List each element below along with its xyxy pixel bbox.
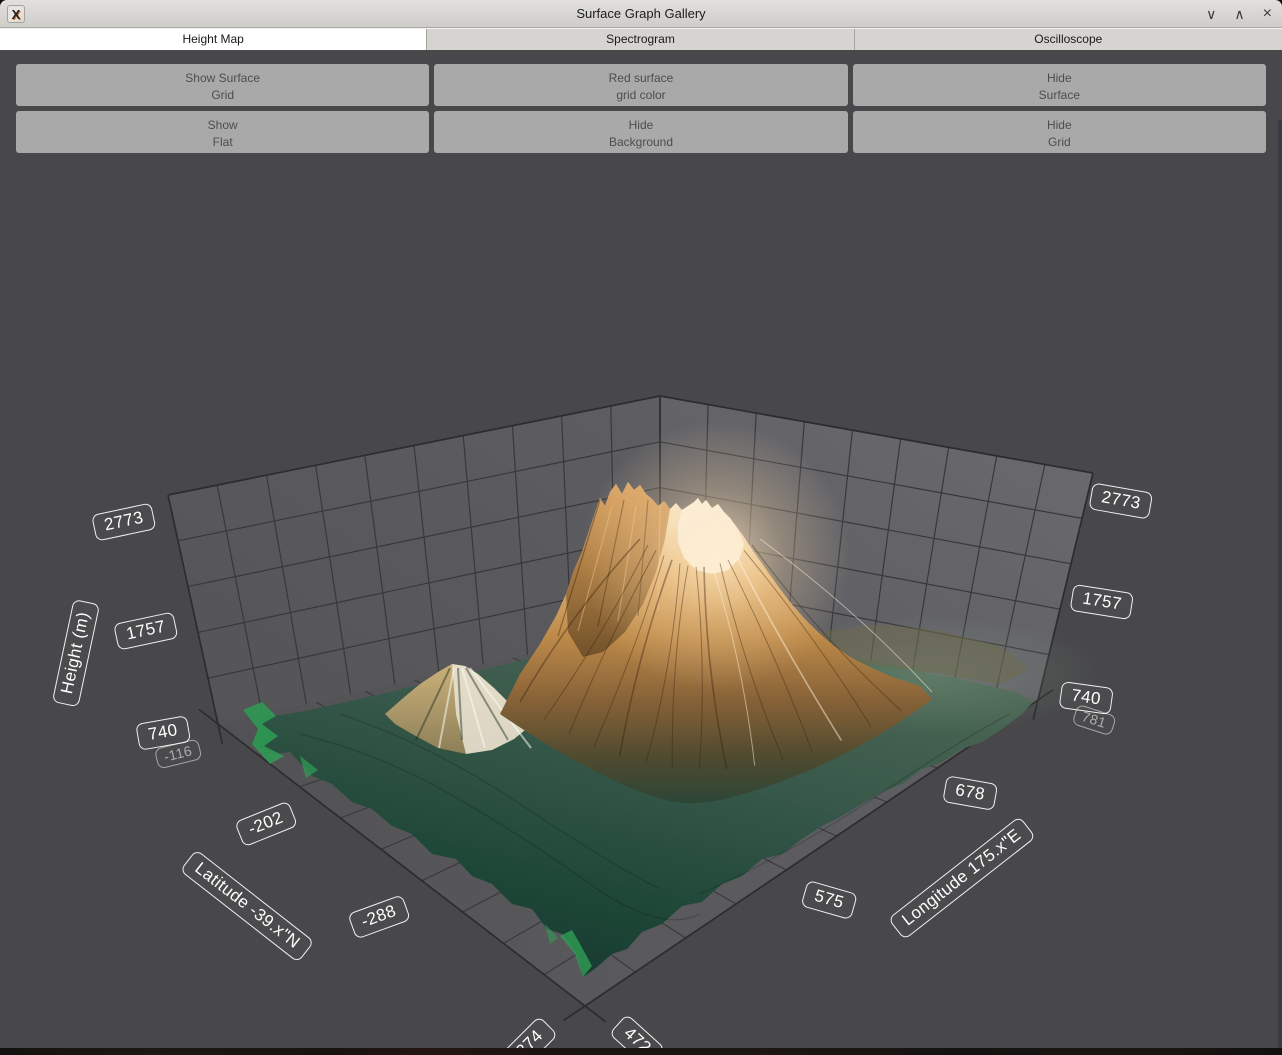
tab-spectrogram[interactable]: Spectrogram (427, 29, 854, 50)
tab-bar: Height Map Spectrogram Oscilloscope (0, 28, 1282, 50)
show-flat-button[interactable]: ShowFlat (16, 111, 429, 153)
surface-3d-view[interactable]: 2773 1757 -116 740 Height (m) 2773 1757 … (0, 154, 1282, 1048)
app-window: X Surface Graph Gallery ∨ ∧ × Height Map… (0, 0, 1282, 1048)
control-panel: Show SurfaceGrid Red surfacegrid color H… (0, 50, 1282, 153)
hide-surface-button[interactable]: HideSurface (853, 64, 1266, 106)
tab-height-map[interactable]: Height Map (0, 29, 427, 50)
titlebar[interactable]: X Surface Graph Gallery ∨ ∧ × (0, 0, 1282, 28)
maximize-button[interactable]: ∧ (1234, 0, 1244, 28)
desktop: X Surface Graph Gallery ∨ ∧ × Height Map… (0, 0, 1282, 1055)
volcano-light-glow (581, 421, 851, 691)
close-button[interactable]: × (1263, 0, 1272, 28)
window-title: Surface Graph Gallery (0, 6, 1282, 21)
hide-background-button[interactable]: HideBackground (434, 111, 847, 153)
hide-grid-button[interactable]: HideGrid (853, 111, 1266, 153)
app-icon: X (7, 5, 25, 23)
desktop-edge-right (1278, 120, 1282, 1048)
show-surface-grid-button[interactable]: Show SurfaceGrid (16, 64, 429, 106)
surface-grid-color-button[interactable]: Red surfacegrid color (434, 64, 847, 106)
tab-oscilloscope[interactable]: Oscilloscope (855, 29, 1282, 50)
desktop-edge-bottom (0, 1048, 1282, 1055)
minimize-button[interactable]: ∨ (1206, 0, 1216, 28)
